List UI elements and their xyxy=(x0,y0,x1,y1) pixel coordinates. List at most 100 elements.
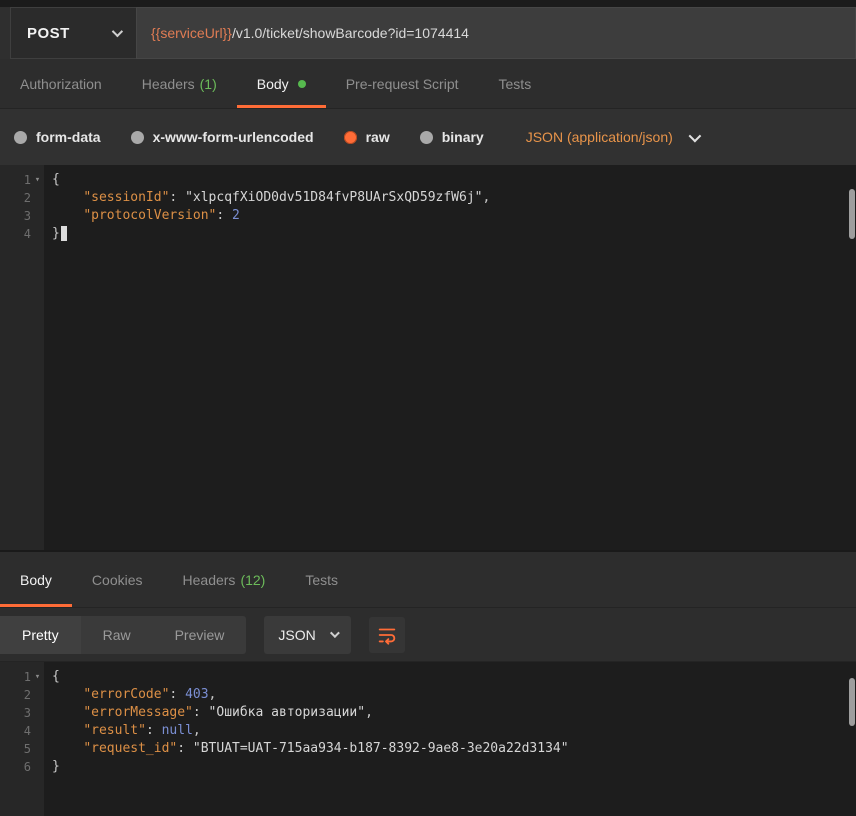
tab-label: Tests xyxy=(498,75,532,92)
body-type-option-x-www-form-urlencoded[interactable]: x-www-form-urlencoded xyxy=(130,129,314,145)
text-cursor xyxy=(60,226,67,241)
active-indicator-dot xyxy=(297,79,306,88)
response-tab-headers[interactable]: Headers (12) xyxy=(163,552,286,607)
code-text: "protocolVersion": 2 xyxy=(83,208,240,223)
url-path: /v1.0/ticket/showBarcode?id=1074414 xyxy=(231,25,469,41)
line-gutter: 1 ▾ xyxy=(0,171,44,189)
response-view-switcher: Pretty Raw Preview xyxy=(0,615,247,654)
wrap-lines-button[interactable] xyxy=(368,616,405,653)
code-text: "errorMessage": "Ошибка авторизации", xyxy=(83,705,373,720)
content-type-label: JSON (application/json) xyxy=(525,129,673,145)
format-label: JSON xyxy=(278,626,316,643)
code-text: } xyxy=(44,225,67,243)
line-number: 4 xyxy=(23,227,31,241)
request-tab-body[interactable]: Body xyxy=(236,59,326,108)
radio-selected-icon xyxy=(343,130,357,144)
view-pretty-button[interactable]: Pretty xyxy=(0,615,81,654)
code-line: 1 ▾ { xyxy=(0,171,856,189)
line-number: 1 xyxy=(23,173,31,187)
body-type-option-raw[interactable]: raw xyxy=(343,129,390,145)
request-tab-tests[interactable]: Tests xyxy=(479,59,552,108)
code-text: "errorCode": 403, xyxy=(83,687,217,702)
line-number: 1 xyxy=(23,670,31,684)
line-number: 4 xyxy=(23,724,31,738)
response-tab-cookies[interactable]: Cookies xyxy=(72,552,163,607)
content-type-select[interactable]: JSON (application/json) xyxy=(525,129,702,145)
line-number: 2 xyxy=(23,688,31,702)
response-format-select[interactable]: JSON xyxy=(264,615,351,654)
code-line: 3 "protocolVersion": 2 xyxy=(0,207,856,225)
radio-label: binary xyxy=(441,129,484,145)
code-text: } xyxy=(52,759,60,774)
view-preview-button[interactable]: Preview xyxy=(153,616,247,654)
scrollbar-thumb[interactable] xyxy=(849,678,855,726)
body-type-option-form-data[interactable]: form-data xyxy=(14,129,101,145)
code-line: 1 ▾ { xyxy=(0,668,856,686)
line-gutter: 2 xyxy=(0,189,44,207)
radio-icon xyxy=(419,130,433,144)
radio-label: raw xyxy=(365,129,390,145)
code-line: 4} xyxy=(0,225,856,243)
code-line: 5 "request_id": "BTUAT=UAT-715aa934-b187… xyxy=(0,740,856,758)
request-tab-pre-request-script[interactable]: Pre-request Script xyxy=(326,59,479,108)
tab-label: Headers xyxy=(141,75,195,92)
chevron-down-icon xyxy=(111,25,124,38)
line-number: 5 xyxy=(23,742,31,756)
response-body-editor[interactable]: 1 ▾{2 "errorCode": 403, 3 "errorMessage": … xyxy=(0,662,856,816)
line-gutter: 4 xyxy=(0,225,44,243)
line-number: 2 xyxy=(23,191,31,205)
request-tab-authorization[interactable]: Authorization xyxy=(0,59,122,108)
code-text: "result": null, xyxy=(83,723,201,738)
request-url-bar: POST {{serviceUrl}}/v1.0/ticket/showBarc… xyxy=(0,7,856,59)
tab-label: Cookies xyxy=(91,571,143,588)
view-raw-button[interactable]: Raw xyxy=(81,616,153,654)
fold-caret-icon[interactable]: ▾ xyxy=(31,171,44,189)
chevron-down-icon xyxy=(329,628,340,639)
line-number: 3 xyxy=(23,209,31,223)
code-line: 3 "errorMessage": "Ошибка авторизации", xyxy=(0,704,856,722)
line-gutter: 3 xyxy=(0,704,44,722)
request-tab-headers[interactable]: Headers (1) xyxy=(122,59,237,108)
radio-label: x-www-form-urlencoded xyxy=(152,129,314,145)
tab-label: Headers xyxy=(182,571,236,588)
response-tab-tests[interactable]: Tests xyxy=(285,552,358,607)
tab-label: Body xyxy=(256,75,289,92)
body-type-option-binary[interactable]: binary xyxy=(419,129,484,145)
method-select[interactable]: POST xyxy=(10,7,136,59)
wrap-lines-icon xyxy=(376,624,398,646)
code-text: "sessionId": "xlpcqfXiOD0dv51D84fvP8UArS… xyxy=(83,190,491,205)
radio-label: form-data xyxy=(36,129,101,145)
method-label: POST xyxy=(27,24,70,42)
radio-icon xyxy=(130,130,144,144)
response-toolbar: Pretty Raw Preview JSON xyxy=(0,608,856,662)
body-type-options: form-data x-www-form-urlencoded raw binary xyxy=(14,129,484,145)
response-tabs: Body Cookies Headers (12) Tests xyxy=(0,552,856,608)
line-number: 3 xyxy=(23,706,31,720)
line-number: 6 xyxy=(23,760,31,774)
line-gutter: 5 xyxy=(0,740,44,758)
line-gutter: 1 ▾ xyxy=(0,668,44,686)
body-type-row: form-data x-www-form-urlencoded raw binary … xyxy=(0,109,856,165)
scrollbar-thumb[interactable] xyxy=(849,189,855,239)
tab-label: Tests xyxy=(305,571,339,588)
line-gutter: 2 xyxy=(0,686,44,704)
request-tabs: Authorization Headers (1) Body Pre-request S… xyxy=(0,59,856,109)
radio-icon xyxy=(14,130,27,144)
code-text: { xyxy=(52,172,60,187)
tab-count: (12) xyxy=(240,571,266,588)
code-line: 4 "result": null, xyxy=(0,722,856,740)
chevron-down-icon xyxy=(688,129,702,142)
url-input[interactable]: {{serviceUrl}}/v1.0/ticket/showBarcode?i… xyxy=(136,7,856,59)
tab-label: Authorization xyxy=(20,75,102,92)
tab-label: Body xyxy=(20,571,52,588)
tab-count: (1) xyxy=(199,75,217,92)
response-tab-body[interactable]: Body xyxy=(0,552,72,607)
line-gutter: 4 xyxy=(0,722,44,740)
request-body-editor[interactable]: 1 ▾ {2 "sessionId": "xlpcqfXiOD0dv51D84fvP… xyxy=(0,165,856,550)
code-line: 2 "errorCode": 403, xyxy=(0,686,856,704)
url-variable: {{serviceUrl}} xyxy=(151,25,232,41)
line-gutter: 3 xyxy=(0,207,44,225)
fold-caret-icon[interactable]: ▾ xyxy=(31,668,44,686)
postman-window: POST {{serviceUrl}}/v1.0/ticket/showBarc… xyxy=(0,0,856,816)
line-gutter: 6 xyxy=(0,758,44,776)
